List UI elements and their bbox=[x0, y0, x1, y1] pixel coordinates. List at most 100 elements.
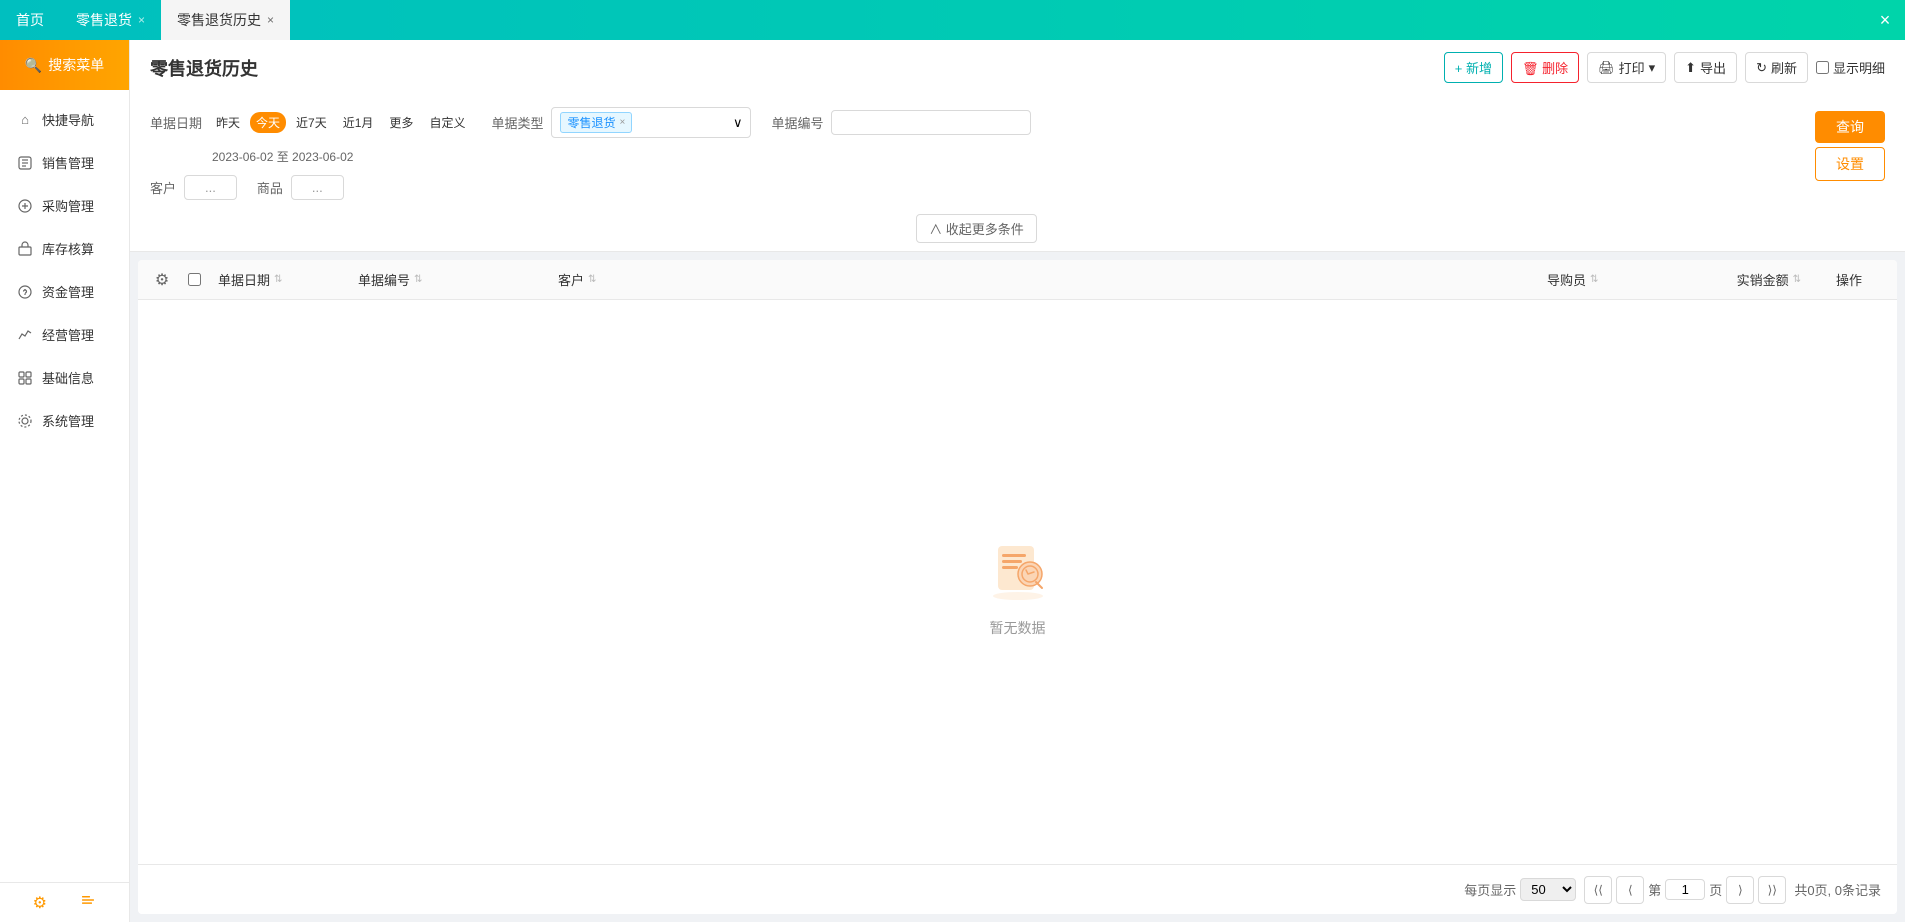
window-close-button[interactable]: × bbox=[1865, 0, 1905, 40]
select-all-checkbox[interactable] bbox=[178, 273, 210, 286]
sidebar-menu-icon[interactable] bbox=[80, 892, 96, 913]
shortcut-7days[interactable]: 近7天 bbox=[290, 112, 333, 133]
tab-retail-return-history-close[interactable]: × bbox=[267, 13, 274, 27]
purchase-icon bbox=[16, 197, 34, 215]
page-nav: ⟨⟨ ⟨ 第 页 ⟩ ⟩⟩ bbox=[1584, 876, 1786, 904]
sidebar-search[interactable]: 🔍 搜索菜单 bbox=[0, 40, 129, 90]
prev-page-button[interactable]: ⟨ bbox=[1616, 876, 1644, 904]
first-page-button[interactable]: ⟨⟨ bbox=[1584, 876, 1612, 904]
sidebar-item-sales[interactable]: 销售管理 bbox=[0, 141, 129, 184]
number-filter-label: 单据编号 bbox=[771, 113, 823, 132]
delete-button[interactable]: 🗑 删除 bbox=[1511, 52, 1579, 83]
number-filter-input[interactable] bbox=[831, 110, 1031, 135]
home-icon: ⌂ bbox=[16, 111, 34, 129]
basic-info-icon bbox=[16, 369, 34, 387]
type-tag-close[interactable]: × bbox=[619, 117, 625, 128]
tab-retail-return-close[interactable]: × bbox=[138, 13, 145, 27]
selected-type-tag: 零售退货 × bbox=[560, 112, 632, 133]
settings-gear-icon[interactable]: ⚙ bbox=[33, 893, 47, 913]
sidebar-item-purchase-label: 采购管理 bbox=[42, 196, 94, 215]
sort-amount-icon[interactable]: ⇅ bbox=[1793, 274, 1801, 285]
type-filter-select[interactable]: 零售退货 × ∨ bbox=[551, 107, 751, 138]
date-range-text: 2023-06-02 至 2023-06-02 bbox=[212, 148, 353, 165]
th-customer: 客户 ⇅ bbox=[550, 270, 1539, 289]
shortcut-today[interactable]: 今天 bbox=[250, 112, 286, 133]
sidebar-item-operations-label: 经营管理 bbox=[42, 325, 94, 344]
pagination: 每页显示 10 20 50 100 ⟨⟨ ⟨ 第 页 ⟩ ⟩⟩ bbox=[138, 864, 1897, 914]
table-header: ⚙ 单据日期 ⇅ 单据编号 ⇅ 客户 ⇅ 导购员 ⇅ bbox=[138, 260, 1897, 300]
sidebar-item-system[interactable]: 系统管理 bbox=[0, 399, 129, 442]
new-button[interactable]: + 新增 bbox=[1444, 52, 1503, 83]
sidebar-item-system-label: 系统管理 bbox=[42, 411, 94, 430]
shortcut-yesterday[interactable]: 昨天 bbox=[210, 112, 246, 133]
sidebar-item-operations[interactable]: 经营管理 bbox=[0, 313, 129, 356]
page-label: 第 bbox=[1648, 880, 1661, 899]
goods-filter-label: 商品 bbox=[257, 178, 283, 197]
page-size-label: 每页显示 bbox=[1464, 880, 1516, 899]
system-icon bbox=[16, 412, 34, 430]
tab-retail-return-history-label: 零售退货历史 bbox=[177, 10, 261, 30]
goods-filter-input[interactable]: ... bbox=[291, 175, 344, 200]
last-page-button[interactable]: ⟩⟩ bbox=[1758, 876, 1786, 904]
refresh-button[interactable]: ↻ 刷新 bbox=[1745, 52, 1808, 83]
print-button[interactable]: 🖨 打印 ▾ bbox=[1587, 52, 1666, 83]
refresh-icon: ↻ bbox=[1756, 60, 1767, 76]
th-action: 操作 bbox=[1809, 270, 1889, 289]
page-size-select[interactable]: 10 20 50 100 bbox=[1520, 878, 1576, 901]
th-amount: 实销金额 ⇅ bbox=[1689, 270, 1809, 289]
goods-filter-group: 商品 ... bbox=[257, 175, 344, 200]
date-shortcuts: 昨天 今天 近7天 近1月 更多 自定义 bbox=[210, 112, 471, 133]
filter-row-1: 单据日期 昨天 今天 近7天 近1月 更多 自定义 bbox=[150, 107, 1803, 138]
customer-filter-input[interactable]: ... bbox=[184, 175, 237, 200]
filter-main: 单据日期 昨天 今天 近7天 近1月 更多 自定义 bbox=[150, 107, 1803, 251]
shortcut-custom[interactable]: 自定义 bbox=[423, 112, 471, 133]
sort-guide-icon[interactable]: ⇅ bbox=[1590, 274, 1598, 285]
query-button[interactable]: 查询 bbox=[1815, 111, 1885, 143]
sidebar-item-finance[interactable]: 资金管理 bbox=[0, 270, 129, 313]
empty-text: 暂无数据 bbox=[990, 618, 1046, 638]
sidebar-item-basic-info[interactable]: 基础信息 bbox=[0, 356, 129, 399]
shortcut-1month[interactable]: 近1月 bbox=[337, 112, 380, 133]
sidebar-item-quick-nav-label: 快捷导航 bbox=[42, 110, 94, 129]
sidebar-nav: ⌂ 快捷导航 销售管理 采购管理 库存核算 bbox=[0, 90, 129, 882]
sort-date-icon[interactable]: ⇅ bbox=[274, 274, 282, 285]
sidebar-item-quick-nav[interactable]: ⌂ 快捷导航 bbox=[0, 98, 129, 141]
page-title-row: 零售退货历史 + 新增 🗑 删除 🖨 打印 ▾ ⬆ 导出 ↻ bbox=[150, 52, 1885, 83]
filter-actions: 查询 设置 bbox=[1815, 107, 1885, 251]
filter-collapse-row: ∧ 收起更多条件 bbox=[150, 210, 1803, 251]
show-detail-checkbox[interactable] bbox=[1816, 61, 1829, 74]
sort-customer-icon[interactable]: ⇅ bbox=[588, 274, 596, 285]
column-settings-icon[interactable]: ⚙ bbox=[146, 270, 178, 290]
tab-list: 首页 零售退货 × 零售退货历史 × bbox=[0, 0, 1865, 40]
tab-retail-return-history[interactable]: 零售退货历史 × bbox=[161, 0, 290, 40]
type-dropdown-icon: ∨ bbox=[733, 115, 743, 131]
export-button[interactable]: ⬆ 导出 bbox=[1674, 52, 1737, 83]
export-icon: ⬆ bbox=[1685, 60, 1696, 76]
sidebar-search-label: 搜索菜单 bbox=[48, 55, 104, 75]
type-filter-label: 单据类型 bbox=[491, 113, 543, 132]
sidebar-item-inventory[interactable]: 库存核算 bbox=[0, 227, 129, 270]
tab-retail-return-label: 零售退货 bbox=[76, 10, 132, 30]
table-area: ⚙ 单据日期 ⇅ 单据编号 ⇅ 客户 ⇅ 导购员 ⇅ bbox=[138, 260, 1897, 914]
settings-button[interactable]: 设置 bbox=[1815, 147, 1885, 181]
page-number-input[interactable] bbox=[1665, 879, 1705, 900]
finance-icon bbox=[16, 283, 34, 301]
th-guide: 导购员 ⇅ bbox=[1539, 270, 1689, 289]
toolbar: + 新增 🗑 删除 🖨 打印 ▾ ⬆ 导出 ↻ 刷新 bbox=[1444, 52, 1885, 83]
type-filter-group: 单据类型 零售退货 × ∨ bbox=[491, 107, 751, 138]
sidebar-bottom: ⚙ bbox=[0, 882, 129, 922]
tab-retail-return[interactable]: 零售退货 × bbox=[60, 0, 161, 40]
filter-row-date-range: 2023-06-02 至 2023-06-02 bbox=[150, 148, 1803, 165]
sidebar-item-finance-label: 资金管理 bbox=[42, 282, 94, 301]
sort-number-icon[interactable]: ⇅ bbox=[414, 274, 422, 285]
search-icon: 🔍 bbox=[25, 57, 42, 74]
page-header: 零售退货历史 + 新增 🗑 删除 🖨 打印 ▾ ⬆ 导出 ↻ bbox=[130, 40, 1905, 252]
tab-home[interactable]: 首页 bbox=[0, 0, 60, 40]
next-page-button[interactable]: ⟩ bbox=[1726, 876, 1754, 904]
select-all-input[interactable] bbox=[188, 273, 201, 286]
sidebar-item-purchase[interactable]: 采购管理 bbox=[0, 184, 129, 227]
collapse-button[interactable]: ∧ 收起更多条件 bbox=[916, 214, 1037, 243]
operations-icon bbox=[16, 326, 34, 344]
sidebar: 🔍 搜索菜单 ⌂ 快捷导航 销售管理 采购管理 bbox=[0, 40, 130, 922]
shortcut-more[interactable]: 更多 bbox=[383, 112, 419, 133]
